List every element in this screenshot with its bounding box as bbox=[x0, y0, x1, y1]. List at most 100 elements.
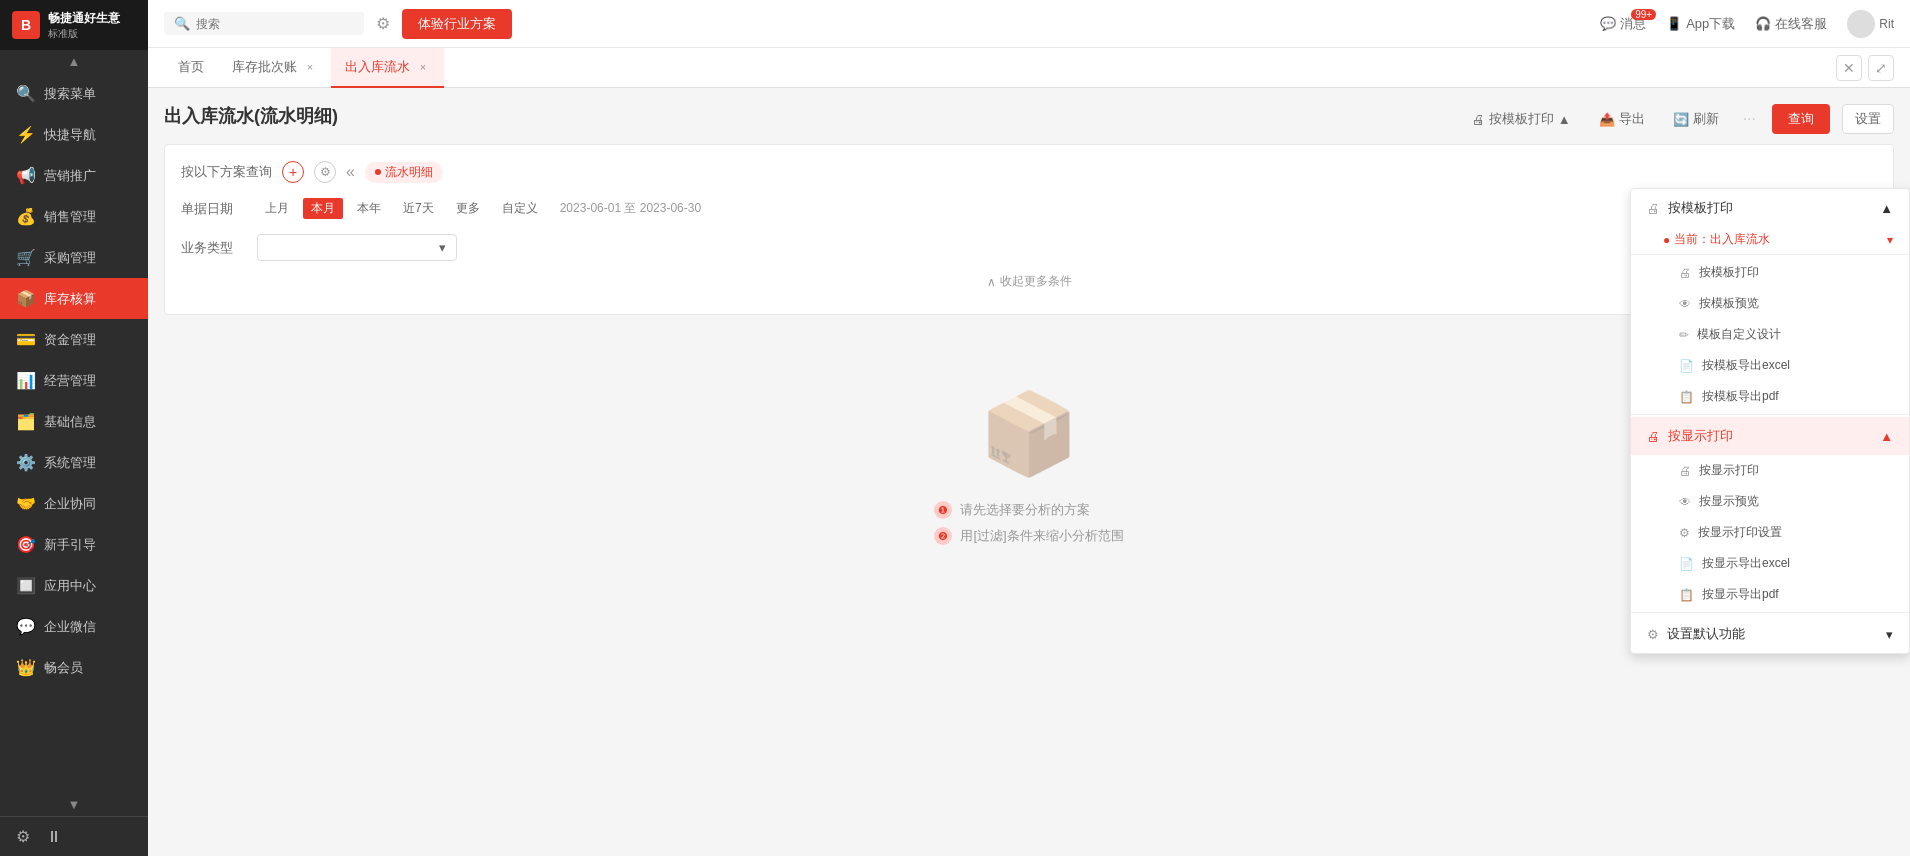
search-input[interactable] bbox=[196, 17, 336, 31]
topbar-right: 💬 消息 99+ 📱 App下载 🎧 在线客服 Rit bbox=[1600, 10, 1894, 38]
date-tab-current-month[interactable]: 本月 bbox=[303, 198, 343, 219]
step-2-text: 用[过滤]条件来缩小分析范围 bbox=[960, 527, 1123, 545]
search-setting-button[interactable]: ⚙ bbox=[314, 161, 336, 183]
search-add-button[interactable]: + bbox=[282, 161, 304, 183]
logo-badge: 标准版 bbox=[48, 27, 120, 41]
sidebar-item-quick-nav[interactable]: ⚡ 快捷导航 bbox=[0, 114, 148, 155]
filter-dot bbox=[375, 169, 381, 175]
display-pdf-item[interactable]: 📋 按显示导出pdf bbox=[1631, 579, 1909, 610]
sidebar-item-label: 销售管理 bbox=[44, 208, 96, 226]
template-print-header-label: 按模板打印 bbox=[1668, 199, 1733, 217]
tab-batch[interactable]: 库存批次账 × bbox=[218, 48, 331, 88]
display-preview-item[interactable]: 👁 按显示预览 bbox=[1631, 486, 1909, 517]
print-icon: 🖨 bbox=[1472, 112, 1485, 127]
sidebar-item-sales[interactable]: 💰 销售管理 bbox=[0, 196, 148, 237]
trial-button[interactable]: 体验行业方案 bbox=[402, 9, 512, 39]
message-badge: 99+ bbox=[1631, 9, 1656, 20]
topbar-gear-icon[interactable]: ⚙ bbox=[376, 14, 390, 33]
date-tab-prev-month[interactable]: 上月 bbox=[257, 198, 297, 219]
tabbar: 首页 库存批次账 × 出入库流水 × ✕ ⤢ bbox=[148, 48, 1910, 88]
display-print-settings-item[interactable]: ⚙ 按显示打印设置 bbox=[1631, 517, 1909, 548]
display-pdf-label: 按显示导出pdf bbox=[1702, 586, 1779, 603]
template-print-item-label: 按模板打印 bbox=[1699, 264, 1759, 281]
sidebar-item-member[interactable]: 👑 畅会员 bbox=[0, 647, 148, 688]
template-pdf-item[interactable]: 📋 按模板导出pdf bbox=[1631, 381, 1909, 412]
display-print-settings-label: 按显示打印设置 bbox=[1698, 524, 1782, 541]
date-tab-more[interactable]: 更多 bbox=[448, 198, 488, 219]
current-label-text: 当前：出入库流水 bbox=[1674, 231, 1770, 248]
purchase-icon: 🛒 bbox=[16, 248, 36, 267]
display-excel-icon: 📄 bbox=[1679, 557, 1694, 571]
sidebar-item-guide[interactable]: 🎯 新手引导 bbox=[0, 524, 148, 565]
collapse-button[interactable]: ∧ 收起更多条件 bbox=[987, 273, 1072, 290]
chevron-up-icon: ▲ bbox=[1558, 112, 1571, 127]
display-excel-item[interactable]: 📄 按显示导出excel bbox=[1631, 548, 1909, 579]
sidebar-item-search-menu[interactable]: 🔍 搜索菜单 bbox=[0, 73, 148, 114]
search-collapse-icon[interactable]: « bbox=[346, 163, 355, 181]
tab-home[interactable]: 首页 bbox=[164, 48, 218, 88]
tab-flow-close[interactable]: × bbox=[416, 60, 430, 74]
sidebar-item-label: 资金管理 bbox=[44, 331, 96, 349]
business-type-select[interactable]: ▾ bbox=[257, 234, 457, 261]
refresh-button[interactable]: 🔄 刷新 bbox=[1665, 106, 1727, 132]
settings-icon[interactable]: ⚙ bbox=[16, 827, 30, 846]
date-tab-current-year[interactable]: 本年 bbox=[349, 198, 389, 219]
collapse-icon[interactable]: ⏸ bbox=[46, 828, 62, 846]
sidebar-item-enterprise[interactable]: 🤝 企业协同 bbox=[0, 483, 148, 524]
template-excel-item[interactable]: 📄 按模板导出excel bbox=[1631, 350, 1909, 381]
sidebar-item-finance[interactable]: 💳 资金管理 bbox=[0, 319, 148, 360]
template-custom-item[interactable]: ✏ 模板自定义设计 bbox=[1631, 319, 1909, 350]
date-tab-custom[interactable]: 自定义 bbox=[494, 198, 546, 219]
user-profile[interactable]: Rit bbox=[1847, 10, 1894, 38]
date-tab-7days[interactable]: 近7天 bbox=[395, 198, 442, 219]
sidebar-item-basic[interactable]: 🗂️ 基础信息 bbox=[0, 401, 148, 442]
message-button[interactable]: 💬 消息 99+ bbox=[1600, 15, 1646, 33]
online-service-button[interactable]: 🎧 在线客服 bbox=[1755, 15, 1827, 33]
tabbar-controls: ✕ ⤢ bbox=[1836, 55, 1894, 81]
sidebar-scroll-down[interactable]: ▼ bbox=[0, 793, 148, 816]
sidebar-scroll-up[interactable]: ▲ bbox=[0, 50, 148, 73]
system-icon: ⚙️ bbox=[16, 453, 36, 472]
display-print-item[interactable]: 🖨 按显示打印 bbox=[1631, 455, 1909, 486]
expand-button[interactable]: ⤢ bbox=[1868, 55, 1894, 81]
search-icon: 🔍 bbox=[174, 16, 190, 31]
sidebar-item-label: 企业微信 bbox=[44, 618, 96, 636]
tab-flow[interactable]: 出入库流水 × bbox=[331, 48, 444, 88]
app-download-label: App下载 bbox=[1686, 15, 1735, 33]
topbar-search-box[interactable]: 🔍 bbox=[164, 12, 364, 35]
default-setting-header[interactable]: ⚙ 设置默认功能 ▾ bbox=[1631, 615, 1909, 653]
query-button[interactable]: 查询 bbox=[1772, 104, 1830, 134]
sidebar-item-system[interactable]: ⚙️ 系统管理 bbox=[0, 442, 148, 483]
close-all-button[interactable]: ✕ bbox=[1836, 55, 1862, 81]
sidebar-item-label: 系统管理 bbox=[44, 454, 96, 472]
print-header-icon: 🖨 bbox=[1647, 201, 1660, 216]
current-template-label: ● 当前：出入库流水 ▾ bbox=[1631, 227, 1909, 252]
sidebar-item-label: 新手引导 bbox=[44, 536, 96, 554]
print-template-button[interactable]: 🖨 按模板打印 ▲ bbox=[1464, 106, 1579, 132]
export-button[interactable]: 📤 导出 bbox=[1591, 106, 1653, 132]
step-num-2: ❷ bbox=[934, 527, 952, 545]
topbar: 🔍 ⚙ 体验行业方案 💬 消息 99+ 📱 App下载 🎧 在线客服 Rit bbox=[148, 0, 1910, 48]
main-area: 🔍 ⚙ 体验行业方案 💬 消息 99+ 📱 App下载 🎧 在线客服 Rit bbox=[148, 0, 1910, 856]
template-print-item[interactable]: 🖨 按模板打印 bbox=[1631, 257, 1909, 288]
wechat-icon: 💬 bbox=[16, 617, 36, 636]
display-print-header[interactable]: 🖨 按显示打印 ▲ bbox=[1631, 417, 1909, 455]
sidebar-item-wechat[interactable]: 💬 企业微信 bbox=[0, 606, 148, 647]
display-section-arrow: ▲ bbox=[1880, 429, 1893, 444]
template-preview-item[interactable]: 👁 按模板预览 bbox=[1631, 288, 1909, 319]
app-download-button[interactable]: 📱 App下载 bbox=[1666, 15, 1735, 33]
template-print-header[interactable]: 🖨 按模板打印 ▲ bbox=[1631, 189, 1909, 227]
sidebar-item-appstore[interactable]: 🔲 应用中心 bbox=[0, 565, 148, 606]
tab-batch-close[interactable]: × bbox=[303, 60, 317, 74]
sidebar-item-inventory[interactable]: 📦 库存核算 bbox=[0, 278, 148, 319]
separator-2 bbox=[1631, 414, 1909, 415]
sidebar-item-operation[interactable]: 📊 经营管理 bbox=[0, 360, 148, 401]
sidebar-item-marketing[interactable]: 📢 营销推广 bbox=[0, 155, 148, 196]
avatar bbox=[1847, 10, 1875, 38]
sidebar-item-purchase[interactable]: 🛒 采购管理 bbox=[0, 237, 148, 278]
display-preview-icon: 👁 bbox=[1679, 495, 1691, 509]
user-name: Rit bbox=[1879, 17, 1894, 31]
sales-icon: 💰 bbox=[16, 207, 36, 226]
display-excel-label: 按显示导出excel bbox=[1702, 555, 1790, 572]
setting-button[interactable]: 设置 bbox=[1842, 104, 1894, 134]
